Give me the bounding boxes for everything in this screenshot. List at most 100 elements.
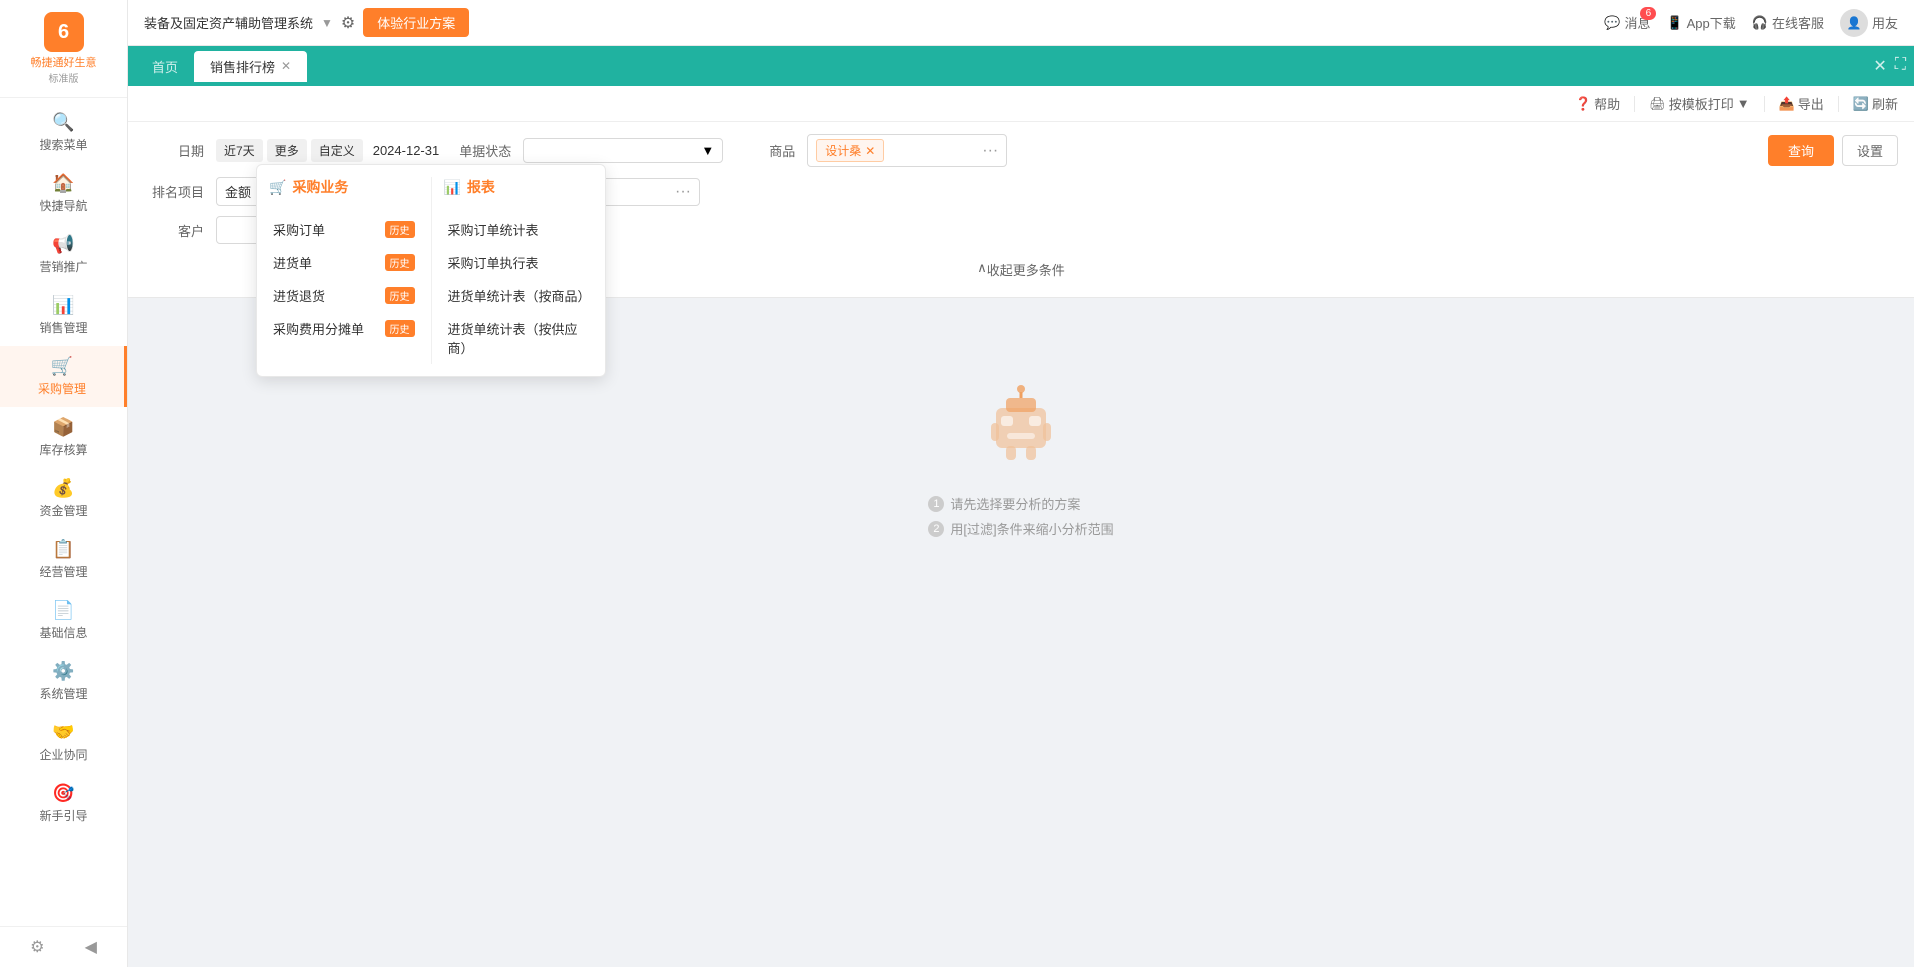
sidebar-settings-icon[interactable]: ⚙: [30, 937, 44, 957]
user-avatar: 👤: [1840, 9, 1868, 37]
date-chip-7days[interactable]: 近7天: [216, 139, 263, 162]
order-status-select[interactable]: ▼: [523, 138, 723, 163]
tabbar: 首页 销售排行榜 ✕ ✕ ⛶: [128, 46, 1914, 86]
dropdown-item-purchase-inbound[interactable]: 进货单 历史: [269, 246, 419, 279]
notification-count: 6: [1640, 7, 1656, 20]
sidebar-collapse-icon[interactable]: ◀: [85, 937, 97, 957]
help-btn[interactable]: ❓ 帮助: [1575, 94, 1620, 113]
sidebar-label-guide: 新手引导: [39, 807, 87, 824]
sidebar-item-operations[interactable]: 📋 经营管理: [0, 529, 127, 590]
sidebar-item-quick-nav[interactable]: 🏠 快捷导航: [0, 163, 127, 224]
tab-close-all-icon[interactable]: ✕: [1873, 56, 1886, 76]
filter-row-1: 日期 近7天 更多 自定义 2024-12-31 单据状态 ▼ 商品 设计桑 ✕: [144, 134, 1898, 167]
dropdown-item-inbound-by-goods[interactable]: 进货单统计表（按商品）: [444, 279, 594, 312]
industry-btn[interactable]: 体验行业方案: [363, 8, 469, 37]
export-btn[interactable]: 📤 导出: [1779, 94, 1824, 113]
topbar-dropdown-arrow[interactable]: ▼: [321, 16, 333, 30]
sidebar-item-guide[interactable]: 🎯 新手引导: [0, 773, 127, 834]
sidebar-item-search[interactable]: 🔍 搜索菜单: [0, 102, 127, 163]
goods-label: 商品: [735, 141, 795, 160]
tip-num-2: 2: [928, 521, 944, 537]
system-icon: ⚙️: [52, 661, 74, 682]
purchase-section-title: 🛒 采购业务: [269, 177, 419, 203]
tab-home-label: 首页: [152, 57, 178, 76]
collapse-up-icon: ∧: [977, 260, 987, 279]
date-chip-custom[interactable]: 自定义: [311, 139, 363, 162]
refresh-btn[interactable]: 🔄 刷新: [1853, 94, 1898, 113]
sidebar-label-operations: 经营管理: [39, 563, 87, 580]
sidebar-item-system[interactable]: ⚙️ 系统管理: [0, 651, 127, 712]
sidebar-item-basic-info[interactable]: 📄 基础信息: [0, 590, 127, 651]
settings-btn[interactable]: 设置: [1842, 135, 1898, 166]
topbar: 装备及固定资产辅助管理系统 ▼ ⚙ 体验行业方案 💬 消息 6 📱 App下载 …: [128, 0, 1914, 46]
collapse-label: 收起更多条件: [987, 260, 1065, 279]
sidebar-item-enterprise[interactable]: 🤝 企业协同: [0, 712, 127, 773]
sidebar-item-marketing[interactable]: 📢 营销推广: [0, 224, 127, 285]
dropdown-item-purchase-expense[interactable]: 采购费用分摊单 历史: [269, 312, 419, 345]
tab-close-icon[interactable]: ✕: [281, 59, 291, 73]
basic-info-icon: 📄: [52, 600, 74, 621]
sidebar-item-inventory[interactable]: 📦 库存核算: [0, 407, 127, 468]
report-section-title: 📊 报表: [444, 177, 594, 203]
tab-fullscreen-icon[interactable]: ⛶: [1895, 56, 1906, 76]
operations-icon: 📋: [52, 539, 74, 560]
system-name: 装备及固定资产辅助管理系统: [144, 13, 313, 32]
logo-icon: 6: [44, 12, 84, 52]
date-label: 日期: [144, 141, 204, 160]
dropdown-item-order-stat[interactable]: 采购订单统计表: [444, 213, 594, 246]
tabbar-right-actions: ✕ ⛶: [1873, 56, 1906, 76]
separator3: [1838, 96, 1839, 112]
empty-tip-1: 1 请先选择要分析的方案: [928, 494, 1113, 513]
print-btn[interactable]: 🖨 按模板打印 ▼: [1649, 94, 1749, 113]
sales-icon: 📊: [52, 295, 74, 316]
tab-home[interactable]: 首页: [136, 51, 194, 82]
filter-toolbar-right: ❓ 帮助 🖨 按模板打印 ▼ 📤 导出 🔄 刷新: [1575, 94, 1898, 113]
goods-select[interactable]: 设计桑 ✕ ···: [807, 134, 1007, 167]
dropdown-columns: 🛒 采购业务 采购订单 历史 进货单 历史 进货退货 历史: [257, 177, 605, 364]
date-chip-more[interactable]: 更多: [267, 139, 307, 162]
goods-tag-close[interactable]: ✕: [865, 144, 875, 158]
sidebar-item-finance[interactable]: 💰 资金管理: [0, 468, 127, 529]
app-download-btn[interactable]: 📱 App下载: [1666, 13, 1735, 32]
notification-bell-icon: 💬: [1604, 15, 1620, 31]
notification-btn[interactable]: 💬 消息 6: [1604, 13, 1650, 32]
purchase-dropdown-menu: 🛒 采购业务 采购订单 历史 进货单 历史 进货退货 历史: [256, 164, 606, 377]
guide-icon: 🎯: [52, 783, 74, 804]
dropdown-item-order-exec[interactable]: 采购订单执行表: [444, 246, 594, 279]
action-buttons: 查询 设置: [1768, 135, 1898, 166]
tab-sales-ranking[interactable]: 销售排行榜 ✕: [194, 51, 307, 82]
date-value: 2024-12-31: [373, 143, 440, 158]
goods-more-icon[interactable]: ···: [982, 142, 998, 160]
salesman-more-icon[interactable]: ···: [675, 183, 691, 201]
date-range-selector[interactable]: 近7天 更多 自定义 2024-12-31: [216, 139, 439, 162]
content-area: ❓ 帮助 🖨 按模板打印 ▼ 📤 导出 🔄 刷新: [128, 86, 1914, 967]
sidebar-label-marketing: 营销推广: [39, 258, 87, 275]
order-status-label: 单据状态: [451, 141, 511, 160]
query-btn[interactable]: 查询: [1768, 135, 1834, 166]
separator1: [1634, 96, 1635, 112]
order-status-dropdown-icon: ▼: [701, 143, 714, 158]
main-content: 装备及固定资产辅助管理系统 ▼ ⚙ 体验行业方案 💬 消息 6 📱 App下载 …: [128, 0, 1914, 967]
dropdown-item-purchase-return[interactable]: 进货退货 历史: [269, 279, 419, 312]
sidebar-label-quick-nav: 快捷导航: [39, 197, 87, 214]
report-icon: 📊: [444, 179, 461, 196]
empty-illustration: [971, 378, 1071, 478]
sidebar-item-purchase[interactable]: 🛒 采购管理: [0, 346, 127, 407]
finance-icon: 💰: [52, 478, 74, 499]
empty-tip-2: 2 用[过滤]条件来缩小分析范围: [928, 519, 1113, 538]
dropdown-item-purchase-order[interactable]: 采购订单 历史: [269, 213, 419, 246]
history-badge-1: 历史: [385, 221, 415, 238]
dropdown-item-inbound-by-supplier[interactable]: 进货单统计表（按供应商）: [444, 312, 594, 364]
logo-title: 畅捷通好生意: [31, 56, 97, 70]
logo-area: 6 畅捷通好生意 标准版: [0, 0, 127, 98]
sidebar-item-sales[interactable]: 📊 销售管理: [0, 285, 127, 346]
history-badge-3: 历史: [385, 287, 415, 304]
topbar-gear-icon[interactable]: ⚙: [341, 13, 355, 33]
quick-nav-icon: 🏠: [52, 173, 74, 194]
user-profile-btn[interactable]: 👤 用友: [1840, 9, 1898, 37]
history-badge-2: 历史: [385, 254, 415, 271]
sidebar-label-system: 系统管理: [39, 685, 87, 702]
online-service-btn[interactable]: 🎧 在线客服: [1752, 13, 1824, 32]
history-badge-4: 历史: [385, 320, 415, 337]
filter-toolbar: ❓ 帮助 🖨 按模板打印 ▼ 📤 导出 🔄 刷新: [128, 86, 1914, 122]
